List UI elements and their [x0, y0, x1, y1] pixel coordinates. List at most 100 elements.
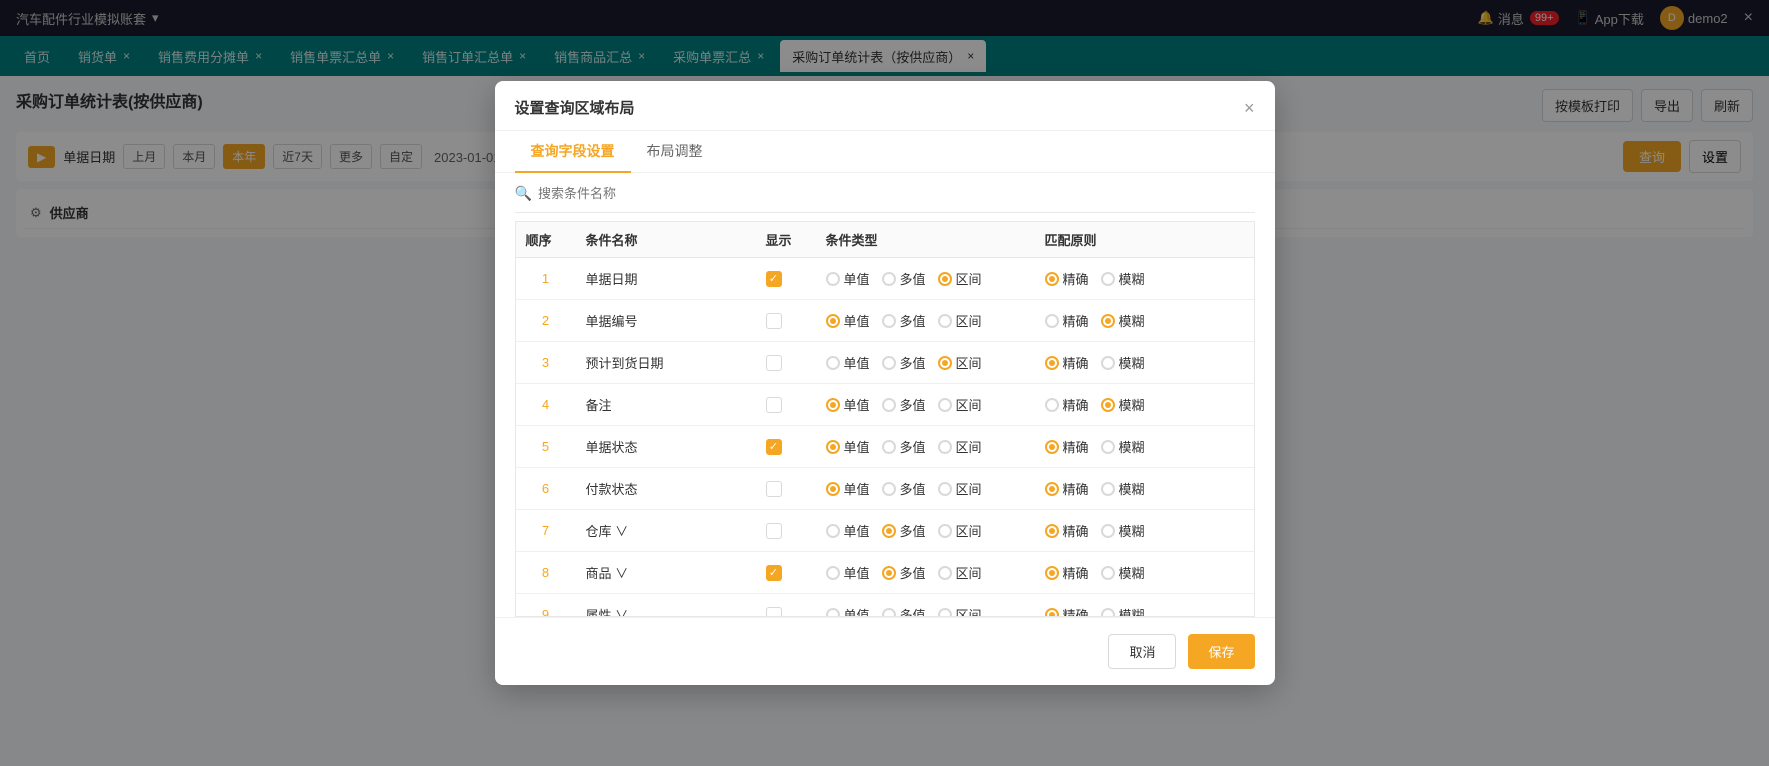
tab-query-field[interactable]: 查询字段设置 [515, 131, 631, 173]
range-radio[interactable] [938, 272, 952, 286]
fuzzy-radio[interactable] [1101, 314, 1115, 328]
single-radio[interactable] [826, 356, 840, 370]
type-multi[interactable]: 多值 [882, 353, 926, 372]
match-fuzzy[interactable]: 模糊 [1101, 269, 1145, 288]
row-display[interactable] [756, 349, 816, 377]
display-checkbox[interactable] [766, 271, 782, 287]
range-radio[interactable] [938, 524, 952, 538]
type-single[interactable]: 单值 [826, 395, 870, 414]
type-multi[interactable]: 多值 [882, 479, 926, 498]
type-single[interactable]: 单值 [826, 311, 870, 330]
row-display[interactable] [756, 391, 816, 419]
type-multi[interactable]: 多值 [882, 269, 926, 288]
type-multi[interactable]: 多值 [882, 563, 926, 582]
display-checkbox[interactable] [766, 607, 782, 618]
fuzzy-radio[interactable] [1101, 398, 1115, 412]
save-button[interactable]: 保存 [1188, 634, 1254, 669]
type-single[interactable]: 单值 [826, 479, 870, 498]
fuzzy-radio[interactable] [1101, 272, 1115, 286]
row-display[interactable] [756, 475, 816, 503]
range-radio[interactable] [938, 398, 952, 412]
match-exact[interactable]: 精确 [1045, 437, 1089, 456]
single-radio[interactable] [826, 440, 840, 454]
display-checkbox[interactable] [766, 397, 782, 413]
type-single[interactable]: 单值 [826, 521, 870, 540]
type-multi[interactable]: 多值 [882, 311, 926, 330]
match-exact[interactable]: 精确 [1045, 311, 1089, 330]
single-radio[interactable] [826, 566, 840, 580]
match-exact[interactable]: 精确 [1045, 395, 1089, 414]
exact-radio[interactable] [1045, 314, 1059, 328]
cancel-button[interactable]: 取消 [1108, 634, 1176, 669]
match-exact[interactable]: 精确 [1045, 521, 1089, 540]
type-range[interactable]: 区间 [938, 437, 982, 456]
match-exact[interactable]: 精确 [1045, 605, 1089, 617]
multi-radio[interactable] [882, 482, 896, 496]
single-radio[interactable] [826, 482, 840, 496]
multi-radio[interactable] [882, 608, 896, 618]
fuzzy-radio[interactable] [1101, 440, 1115, 454]
modal-close-button[interactable]: × [1244, 99, 1255, 117]
multi-radio[interactable] [882, 440, 896, 454]
display-checkbox[interactable] [766, 313, 782, 329]
exact-radio[interactable] [1045, 524, 1059, 538]
exact-radio[interactable] [1045, 566, 1059, 580]
single-radio[interactable] [826, 398, 840, 412]
fuzzy-radio[interactable] [1101, 566, 1115, 580]
row-display[interactable] [756, 601, 816, 618]
single-radio[interactable] [826, 272, 840, 286]
type-range[interactable]: 区间 [938, 395, 982, 414]
match-fuzzy[interactable]: 模糊 [1101, 395, 1145, 414]
match-fuzzy[interactable]: 模糊 [1101, 563, 1145, 582]
row-display[interactable] [756, 517, 816, 545]
type-single[interactable]: 单值 [826, 563, 870, 582]
type-single[interactable]: 单值 [826, 605, 870, 617]
match-fuzzy[interactable]: 模糊 [1101, 353, 1145, 372]
match-exact[interactable]: 精确 [1045, 563, 1089, 582]
match-fuzzy[interactable]: 模糊 [1101, 479, 1145, 498]
display-checkbox[interactable] [766, 523, 782, 539]
match-exact[interactable]: 精确 [1045, 269, 1089, 288]
single-radio[interactable] [826, 524, 840, 538]
range-radio[interactable] [938, 314, 952, 328]
multi-radio[interactable] [882, 314, 896, 328]
single-radio[interactable] [826, 608, 840, 618]
type-range[interactable]: 区间 [938, 269, 982, 288]
type-multi[interactable]: 多值 [882, 521, 926, 540]
row-display[interactable] [756, 559, 816, 587]
match-fuzzy[interactable]: 模糊 [1101, 311, 1145, 330]
range-radio[interactable] [938, 356, 952, 370]
multi-radio[interactable] [882, 524, 896, 538]
display-checkbox[interactable] [766, 355, 782, 371]
multi-radio[interactable] [882, 356, 896, 370]
type-single[interactable]: 单值 [826, 269, 870, 288]
tab-layout[interactable]: 布局调整 [631, 131, 719, 173]
match-exact[interactable]: 精确 [1045, 353, 1089, 372]
display-checkbox[interactable] [766, 565, 782, 581]
fuzzy-radio[interactable] [1101, 356, 1115, 370]
fuzzy-radio[interactable] [1101, 608, 1115, 618]
type-single[interactable]: 单值 [826, 437, 870, 456]
type-range[interactable]: 区间 [938, 311, 982, 330]
exact-radio[interactable] [1045, 272, 1059, 286]
display-checkbox[interactable] [766, 481, 782, 497]
type-range[interactable]: 区间 [938, 521, 982, 540]
exact-radio[interactable] [1045, 608, 1059, 618]
range-radio[interactable] [938, 482, 952, 496]
fuzzy-radio[interactable] [1101, 482, 1115, 496]
type-single[interactable]: 单值 [826, 353, 870, 372]
multi-radio[interactable] [882, 566, 896, 580]
match-exact[interactable]: 精确 [1045, 479, 1089, 498]
type-range[interactable]: 区间 [938, 353, 982, 372]
exact-radio[interactable] [1045, 356, 1059, 370]
type-multi[interactable]: 多值 [882, 395, 926, 414]
type-range[interactable]: 区间 [938, 563, 982, 582]
single-radio[interactable] [826, 314, 840, 328]
row-display[interactable] [756, 307, 816, 335]
multi-radio[interactable] [882, 398, 896, 412]
match-fuzzy[interactable]: 模糊 [1101, 521, 1145, 540]
exact-radio[interactable] [1045, 398, 1059, 412]
row-display[interactable] [756, 265, 816, 293]
search-input[interactable] [532, 186, 1255, 201]
range-radio[interactable] [938, 440, 952, 454]
